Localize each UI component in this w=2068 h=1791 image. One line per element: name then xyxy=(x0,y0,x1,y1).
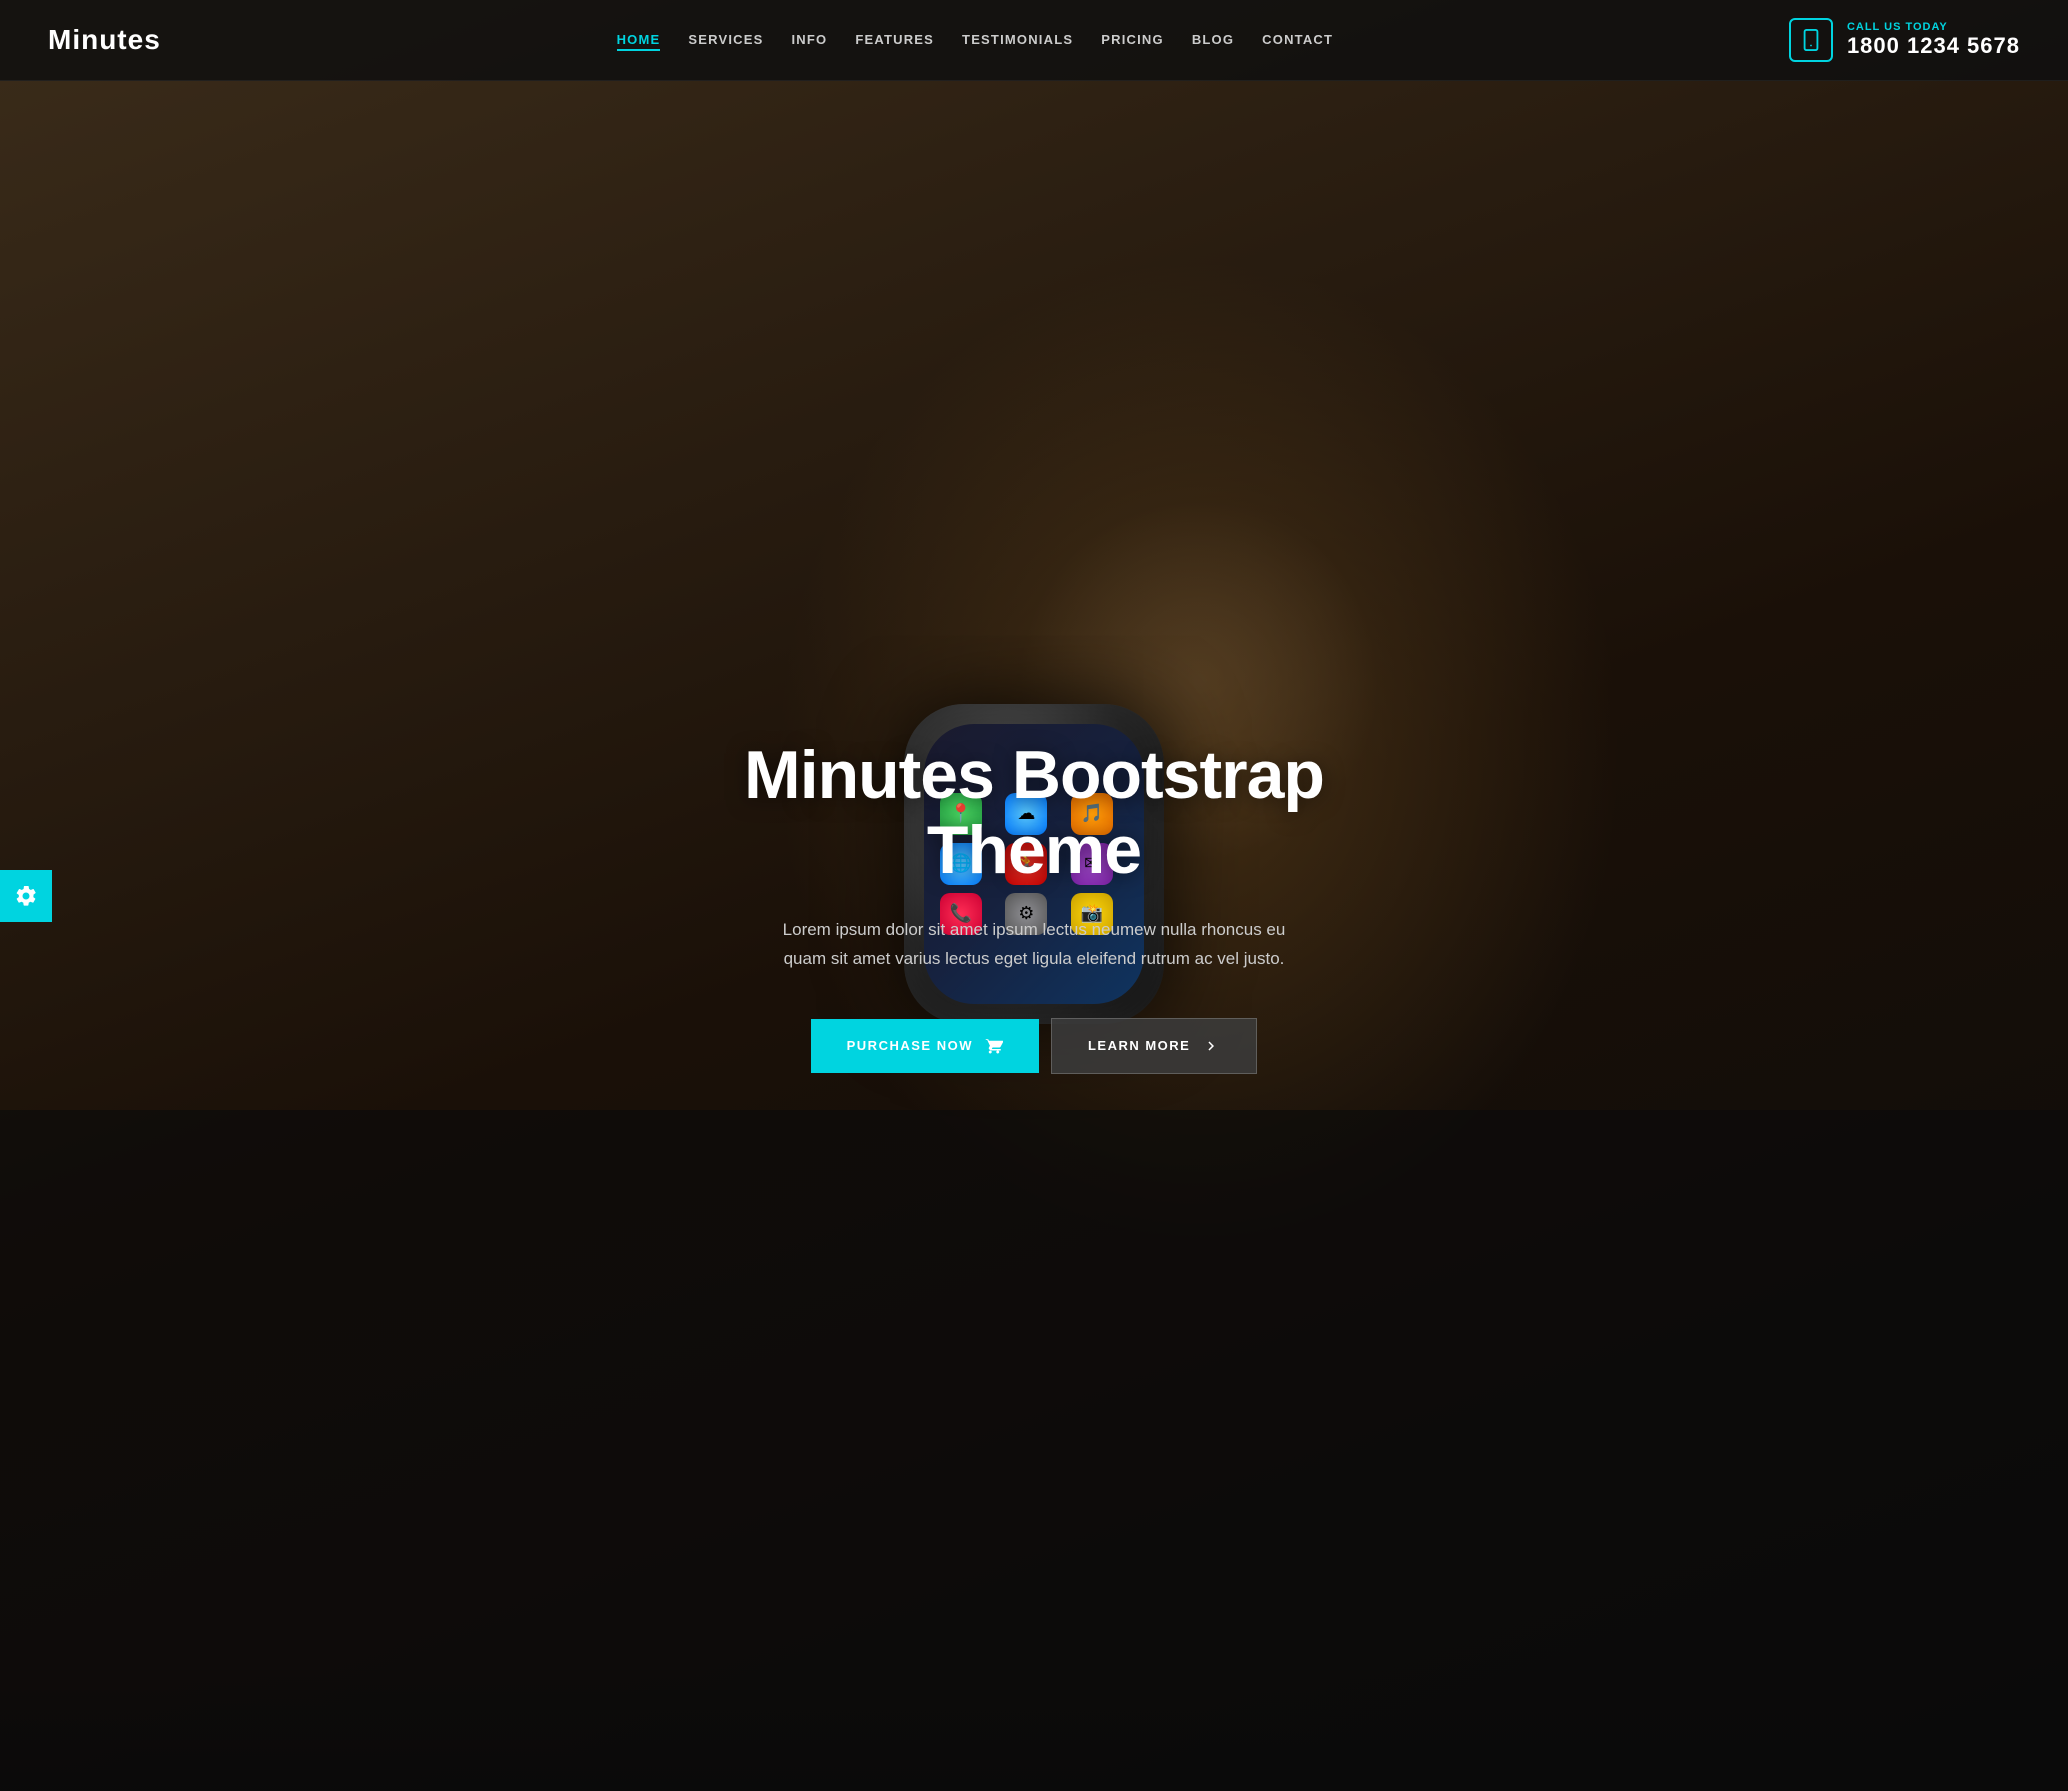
purchase-now-label: PURCHASE NOW xyxy=(847,1038,973,1053)
learn-more-label: LEARN MORE xyxy=(1088,1038,1190,1053)
nav-item-pricing[interactable]: PRICING xyxy=(1101,31,1164,49)
nav-link-blog[interactable]: BLOG xyxy=(1192,32,1234,47)
purchase-now-button[interactable]: PURCHASE NOW xyxy=(811,1019,1039,1073)
nav-link-pricing[interactable]: PRICING xyxy=(1101,32,1164,47)
hero-title: Minutes Bootstrap Theme xyxy=(634,738,1434,888)
nav-item-services[interactable]: SERVICES xyxy=(688,31,763,49)
hero-section: 📍 ☁ 🎵 🌐 🏃 ✉ 📞 ⚙ 📸 Minutes HOME SERVICES … xyxy=(0,0,2068,1791)
nav-link-features[interactable]: FEATURES xyxy=(855,32,934,47)
nav-link-testimonials[interactable]: TESTIMONIALS xyxy=(962,32,1073,47)
brand-logo[interactable]: Minutes xyxy=(48,24,161,56)
cart-icon xyxy=(985,1037,1003,1055)
chevron-right-icon xyxy=(1202,1037,1220,1055)
nav-item-home[interactable]: HOME xyxy=(617,31,661,49)
hero-subtitle: Lorem ipsum dolor sit amet ipsum lectus … xyxy=(774,916,1294,974)
nav-item-contact[interactable]: CONTACT xyxy=(1262,31,1333,49)
phone-number: 1800 1234 5678 xyxy=(1847,33,2020,59)
nav-link-home[interactable]: HOME xyxy=(617,32,661,51)
nav-link-info[interactable]: INFO xyxy=(791,32,827,47)
nav-link-contact[interactable]: CONTACT xyxy=(1262,32,1333,47)
nav-item-info[interactable]: INFO xyxy=(791,31,827,49)
call-label: CALL US TODAY xyxy=(1847,21,2020,33)
hero-buttons: PURCHASE NOW LEARN MORE xyxy=(811,1018,1258,1074)
hero-content: Minutes Bootstrap Theme Lorem ipsum dolo… xyxy=(0,21,2068,1791)
phone-icon xyxy=(1789,18,1833,62)
learn-more-button[interactable]: LEARN MORE xyxy=(1051,1018,1257,1074)
navbar: Minutes HOME SERVICES INFO FEATURES TEST… xyxy=(0,0,2068,81)
nav-item-features[interactable]: FEATURES xyxy=(855,31,934,49)
phone-info: CALL US TODAY 1800 1234 5678 xyxy=(1847,21,2020,59)
nav-item-testimonials[interactable]: TESTIMONIALS xyxy=(962,31,1073,49)
nav-item-blog[interactable]: BLOG xyxy=(1192,31,1234,49)
settings-button[interactable] xyxy=(0,870,52,922)
contact-info: CALL US TODAY 1800 1234 5678 xyxy=(1789,18,2020,62)
nav-link-services[interactable]: SERVICES xyxy=(688,32,763,47)
gear-icon xyxy=(14,884,38,908)
nav-links: HOME SERVICES INFO FEATURES TESTIMONIALS… xyxy=(617,31,1334,49)
